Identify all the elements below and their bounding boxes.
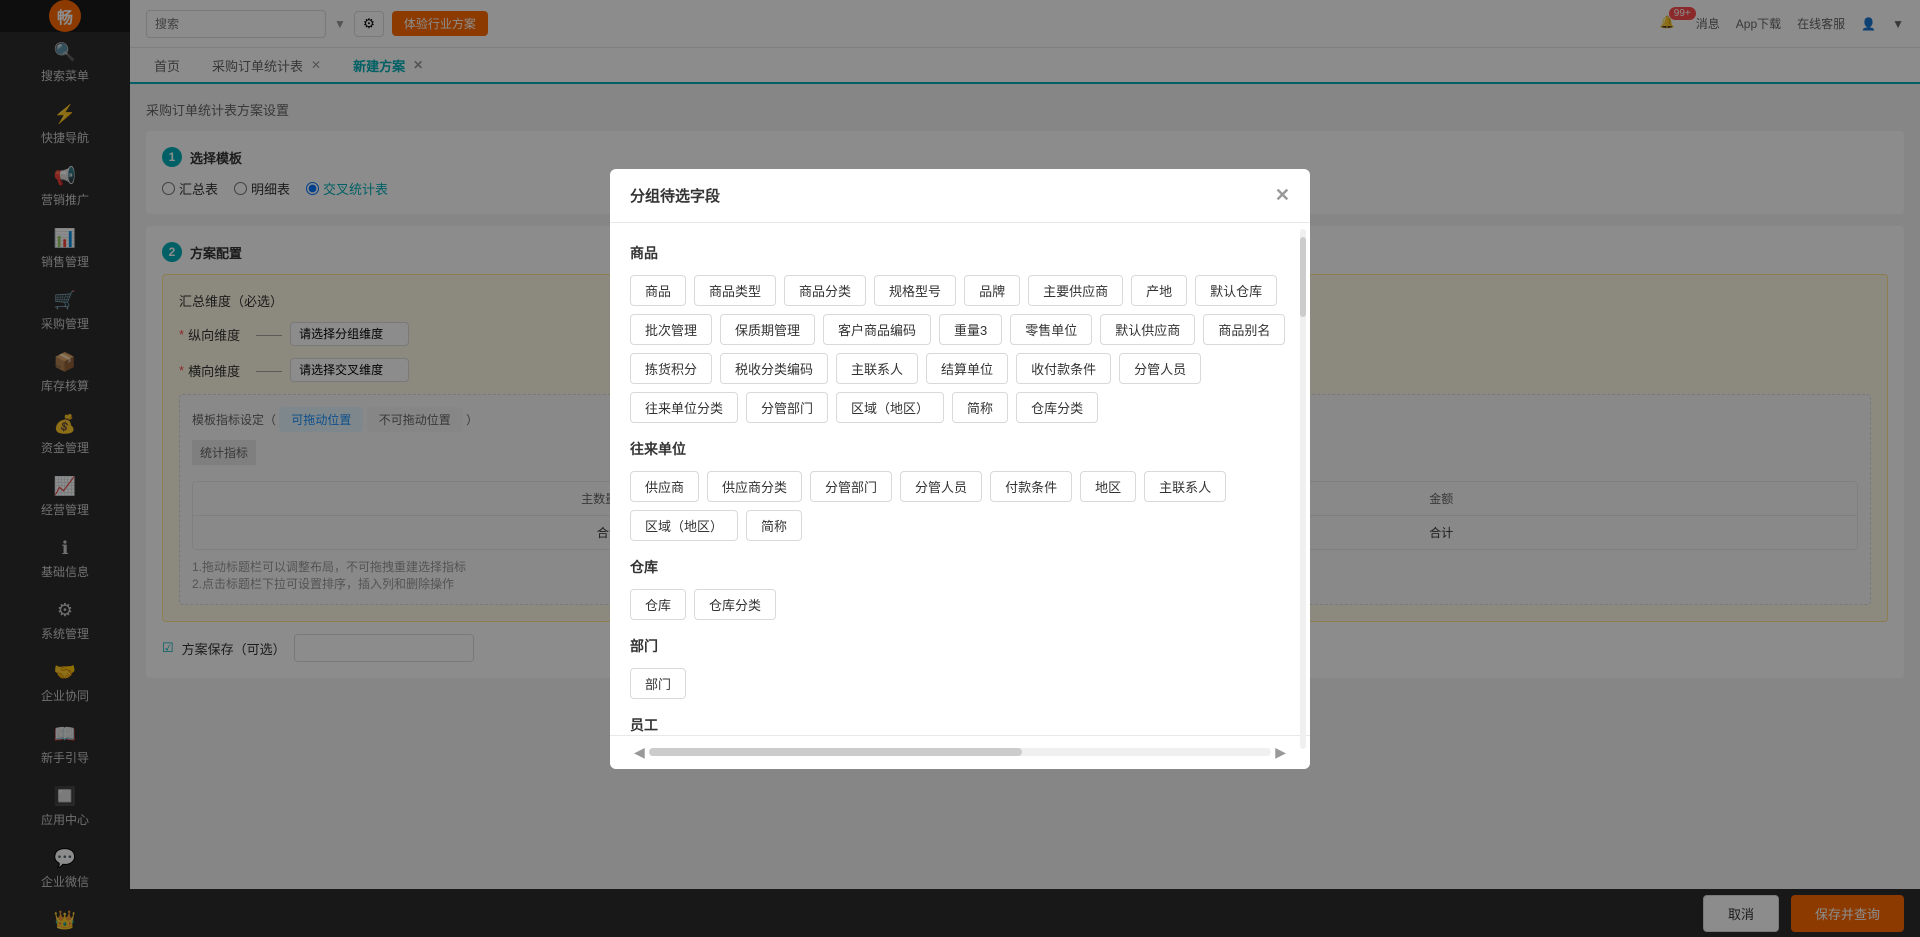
section-title-3: 部门 <box>630 636 1290 656</box>
tag-0-21[interactable]: 往来单位分类 <box>630 392 738 423</box>
tag-1-4[interactable]: 付款条件 <box>990 471 1072 502</box>
tag-grid-1: 供应商供应商分类分管部门分管人员付款条件地区主联系人区域（地区） 简称 <box>630 471 1290 541</box>
modal-overlay: 分组待选字段 ✕ 商品商品商品类型商品分类规格型号品牌主要供应商产地默认仓库批次… <box>0 0 1920 937</box>
scrollbar-thumb <box>1300 237 1306 317</box>
tag-3-0[interactable]: 部门 <box>630 668 686 699</box>
tag-1-6[interactable]: 主联系人 <box>1144 471 1226 502</box>
modal-title: 分组待选字段 <box>630 185 720 206</box>
modal: 分组待选字段 ✕ 商品商品商品类型商品分类规格型号品牌主要供应商产地默认仓库批次… <box>610 169 1310 769</box>
tag-0-25[interactable]: 仓库分类 <box>1016 392 1098 423</box>
tag-0-0[interactable]: 商品 <box>630 275 686 306</box>
tag-grid-0: 商品商品类型商品分类规格型号品牌主要供应商产地默认仓库批次管理保质期管理客户商品… <box>630 275 1290 423</box>
tag-1-7[interactable]: 区域（地区） <box>630 510 738 541</box>
tag-0-2[interactable]: 商品分类 <box>784 275 866 306</box>
tag-0-1[interactable]: 商品类型 <box>694 275 776 306</box>
tag-0-19[interactable]: 收付款条件 <box>1016 353 1111 384</box>
tag-0-16[interactable]: 税收分类编码 <box>720 353 828 384</box>
vertical-scrollbar[interactable] <box>1300 229 1306 749</box>
tag-2-0[interactable]: 仓库 <box>630 589 686 620</box>
tag-1-5[interactable]: 地区 <box>1080 471 1136 502</box>
modal-body: 商品商品商品类型商品分类规格型号品牌主要供应商产地默认仓库批次管理保质期管理客户… <box>610 223 1310 735</box>
tag-1-8[interactable]: 简称 <box>746 510 802 541</box>
tag-0-24[interactable]: 简称 <box>952 392 1008 423</box>
tag-1-3[interactable]: 分管人员 <box>900 471 982 502</box>
modal-footer-scroll: ◀ ▶ <box>610 735 1310 769</box>
tag-0-14[interactable]: 商品别名 <box>1203 314 1285 345</box>
modal-header: 分组待选字段 ✕ <box>610 169 1310 223</box>
tag-0-5[interactable]: 主要供应商 <box>1028 275 1123 306</box>
tag-0-13[interactable]: 默认供应商 <box>1100 314 1195 345</box>
tag-0-3[interactable]: 规格型号 <box>874 275 956 306</box>
tag-0-6[interactable]: 产地 <box>1131 275 1187 306</box>
tag-0-23[interactable]: 区域（地区） <box>836 392 944 423</box>
tag-0-12[interactable]: 零售单位 <box>1010 314 1092 345</box>
scroll-thumb <box>649 748 1022 756</box>
section-title-0: 商品 <box>630 243 1290 263</box>
tag-0-18[interactable]: 结算单位 <box>926 353 1008 384</box>
tag-0-20[interactable]: 分管人员 <box>1119 353 1201 384</box>
modal-close-icon[interactable]: ✕ <box>1275 185 1290 206</box>
scroll-right-icon[interactable]: ▶ <box>1271 744 1290 761</box>
scroll-left-icon[interactable]: ◀ <box>630 744 649 761</box>
tag-grid-2: 仓库仓库分类 <box>630 589 1290 620</box>
horizontal-scrollbar[interactable] <box>649 748 1271 756</box>
tag-0-10[interactable]: 客户商品编码 <box>823 314 931 345</box>
tag-0-11[interactable]: 重量3 <box>939 314 1002 345</box>
tag-0-22[interactable]: 分管部门 <box>746 392 828 423</box>
section-title-4: 员工 <box>630 715 1290 735</box>
tag-1-2[interactable]: 分管部门 <box>810 471 892 502</box>
tag-2-1[interactable]: 仓库分类 <box>694 589 776 620</box>
tag-0-17[interactable]: 主联系人 <box>836 353 918 384</box>
tag-grid-3: 部门 <box>630 668 1290 699</box>
tag-0-8[interactable]: 批次管理 <box>630 314 712 345</box>
tag-0-9[interactable]: 保质期管理 <box>720 314 815 345</box>
tag-0-4[interactable]: 品牌 <box>964 275 1020 306</box>
tag-1-1[interactable]: 供应商分类 <box>707 471 802 502</box>
section-title-2: 仓库 <box>630 557 1290 577</box>
tag-0-15[interactable]: 拣货积分 <box>630 353 712 384</box>
section-title-1: 往来单位 <box>630 439 1290 459</box>
tag-1-0[interactable]: 供应商 <box>630 471 699 502</box>
tag-0-7[interactable]: 默认仓库 <box>1195 275 1277 306</box>
